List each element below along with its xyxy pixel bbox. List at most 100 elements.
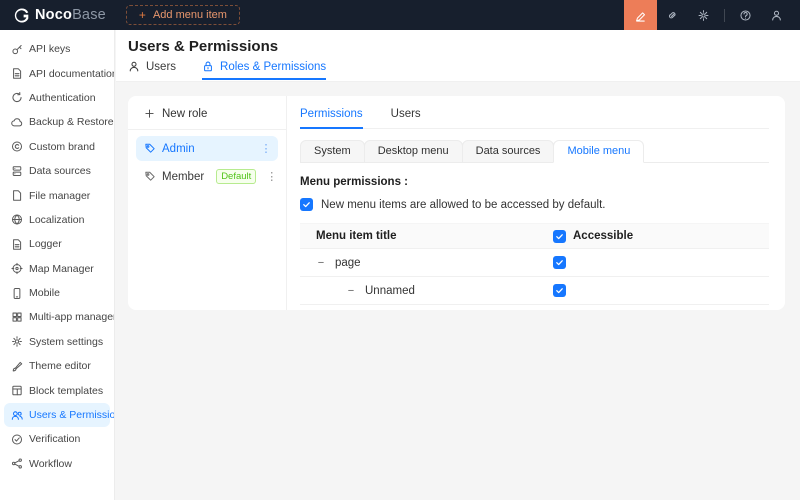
sidebar-item-label: Logger [29, 238, 62, 250]
role-item-admin[interactable]: Admin⋮ [136, 136, 278, 161]
column-menu-item-title: Menu item title [300, 230, 553, 242]
globe-icon [11, 213, 23, 226]
default-access-row: New menu items are allowed to be accesse… [300, 198, 769, 211]
subtab-mobile-menu[interactable]: Mobile menu [553, 140, 644, 163]
copyright-icon [11, 140, 23, 153]
help-icon[interactable] [730, 0, 761, 30]
role-list-panel: New role Admin⋮MemberDefault⋮ [128, 96, 287, 310]
tab-permissions[interactable]: Permissions [300, 99, 363, 129]
add-menu-item-label: Add menu item [153, 9, 227, 21]
subtab-desktop-menu[interactable]: Desktop menu [364, 140, 463, 163]
aim-icon [11, 262, 23, 275]
sidebar-item-block-templates[interactable]: Block templates [4, 378, 110, 402]
cloud-icon [11, 116, 23, 129]
page-tabs: Users Roles & Permissions [128, 60, 800, 80]
lock-icon [202, 60, 214, 73]
check-circle-icon [11, 433, 23, 446]
sidebar-item-label: System settings [29, 336, 103, 348]
sidebar-item-label: Block templates [29, 385, 103, 397]
content-area: New role Admin⋮MemberDefault⋮ Permission… [116, 82, 800, 500]
permissions-tabs: Permissions Users [300, 99, 769, 129]
accessible-header-label: Accessible [573, 230, 633, 242]
tab-users-label: Users [146, 61, 176, 73]
nocobase-logo[interactable]: NocoBase [13, 7, 106, 24]
roles-permissions-card: New role Admin⋮MemberDefault⋮ Permission… [128, 96, 785, 310]
sidebar-item-authentication[interactable]: Authentication [4, 86, 110, 110]
permission-scope-tabs: SystemDesktop menuData sourcesMobile men… [300, 140, 769, 163]
sidebar-item-label: Data sources [29, 165, 91, 177]
table-row: −page [300, 249, 769, 277]
default-access-checkbox[interactable] [300, 198, 313, 211]
role-item-member[interactable]: MemberDefault⋮ [136, 164, 278, 189]
subtab-data-sources[interactable]: Data sources [462, 140, 555, 163]
menu-item-title: page [335, 257, 361, 269]
sidebar-item-label: Mobile [29, 287, 60, 299]
more-actions-icon[interactable]: ⋮ [259, 142, 273, 155]
new-role-label: New role [162, 108, 207, 120]
sidebar-item-data-sources[interactable]: Data sources [4, 159, 110, 183]
sidebar-item-workflow[interactable]: Workflow [4, 452, 110, 476]
collapse-icon[interactable]: − [316, 257, 326, 269]
header-actions [624, 0, 800, 30]
link-icon[interactable] [657, 0, 688, 30]
sidebar-item-label: Authentication [29, 92, 96, 104]
sidebar-item-map-manager[interactable]: Map Manager [4, 257, 110, 281]
menu-item-title-cell: −Unnamed [300, 285, 553, 297]
accessible-checkbox[interactable] [553, 256, 566, 269]
default-badge: Default [216, 169, 256, 184]
menu-item-title-cell: −page [300, 257, 553, 269]
mobile-icon [11, 287, 23, 300]
sidebar-item-custom-brand[interactable]: Custom brand [4, 135, 110, 159]
tab-roles-permissions[interactable]: Roles & Permissions [202, 60, 326, 80]
collapse-icon[interactable]: − [346, 285, 356, 297]
settings-sidebar: API keys API documentation Authentication B… [0, 30, 115, 500]
reload-icon [11, 91, 23, 104]
tab-roles-permissions-label: Roles & Permissions [220, 61, 326, 73]
sidebar-item-label: API keys [29, 43, 70, 55]
sidebar-item-label: Backup & Restore [29, 116, 114, 128]
role-list: Admin⋮MemberDefault⋮ [128, 130, 286, 189]
user-icon[interactable] [761, 0, 792, 30]
nocobase-logo-icon [13, 7, 30, 24]
column-accessible: Accessible [553, 230, 769, 243]
tab-role-users[interactable]: Users [391, 99, 421, 129]
subtab-system[interactable]: System [300, 140, 365, 163]
ui-editor-icon[interactable] [624, 0, 657, 30]
page-title: Users & Permissions [116, 30, 800, 55]
sidebar-item-label: API documentation [29, 68, 115, 80]
sidebar-item-label: File manager [29, 190, 90, 202]
accessible-all-checkbox[interactable] [553, 230, 566, 243]
file-text-icon [11, 67, 23, 80]
sidebar-item-label: Custom brand [29, 141, 95, 153]
sidebar-item-label: Multi-app manager [29, 311, 115, 323]
brush-icon [11, 360, 23, 373]
gear-icon[interactable] [688, 0, 719, 30]
sidebar-item-logger[interactable]: Logger [4, 232, 110, 256]
sidebar-item-theme-editor[interactable]: Theme editor [4, 354, 110, 378]
accessible-cell [553, 284, 769, 297]
sidebar-item-mobile[interactable]: Mobile [4, 281, 110, 305]
sidebar-item-system-settings[interactable]: System settings [4, 330, 110, 354]
sidebar-item-api-documentation[interactable]: API documentation [4, 61, 110, 85]
sidebar-item-backup-restore[interactable]: Backup & Restore [4, 110, 110, 134]
sidebar-item-verification[interactable]: Verification [4, 427, 110, 451]
database-icon [11, 165, 23, 178]
sidebar-item-api-keys[interactable]: API keys [4, 37, 110, 61]
add-menu-item-button[interactable]: + Add menu item [126, 5, 240, 25]
sidebar-item-file-manager[interactable]: File manager [4, 183, 110, 207]
default-access-label: New menu items are allowed to be accesse… [321, 199, 605, 211]
sidebar-item-localization[interactable]: Localization [4, 208, 110, 232]
sidebar-item-multi-app-manager[interactable]: Multi-app manager [4, 305, 110, 329]
plus-icon [144, 108, 155, 120]
more-actions-icon[interactable]: ⋮ [266, 170, 277, 183]
new-role-button[interactable]: New role [144, 108, 207, 120]
accessible-checkbox[interactable] [553, 284, 566, 297]
page-header: Users & Permissions Users Roles & Permis… [116, 30, 800, 82]
header-divider [724, 9, 725, 22]
tab-users[interactable]: Users [128, 60, 176, 80]
plus-icon: + [139, 9, 146, 21]
sidebar-item-users-permissions[interactable]: Users & Permissions [4, 403, 110, 427]
sidebar-item-label: Localization [29, 214, 84, 226]
menu-permissions-label: Menu permissions : [300, 176, 769, 188]
sidebar-item-label: Workflow [29, 458, 72, 470]
